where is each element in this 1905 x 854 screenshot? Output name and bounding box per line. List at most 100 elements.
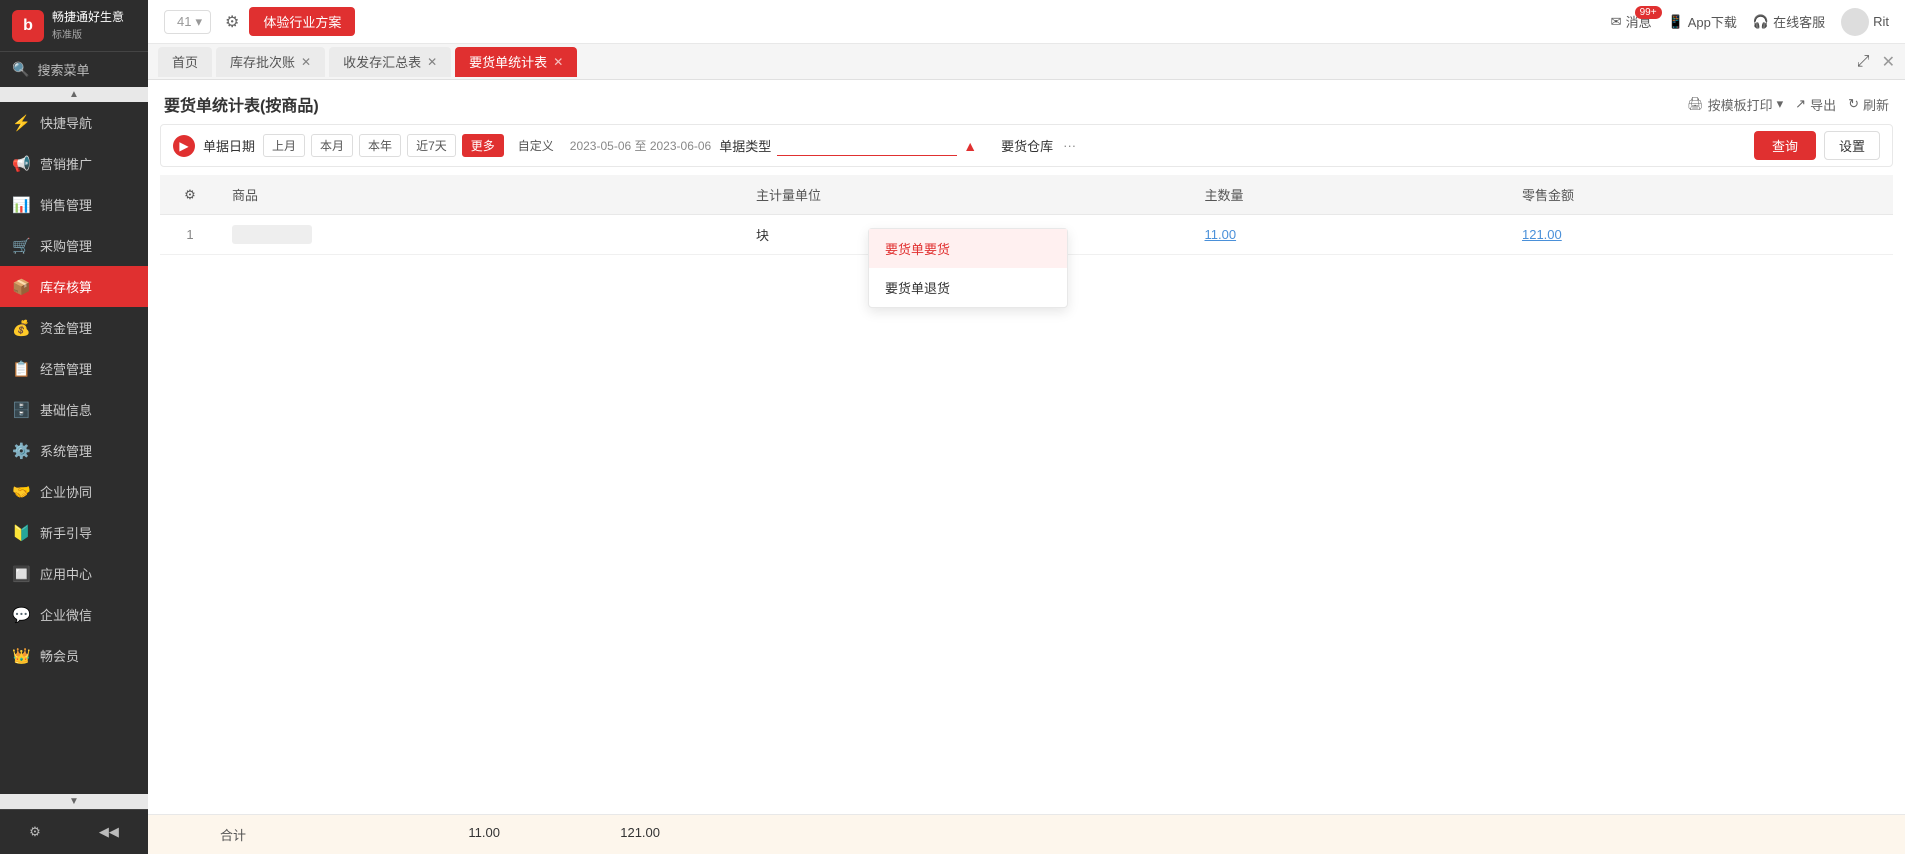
app-logo-icon: b bbox=[12, 10, 44, 42]
filter-settings-btn[interactable]: 设置 bbox=[1824, 131, 1880, 160]
print-label: 按模板打印 bbox=[1708, 95, 1773, 114]
footer-total-label: 合计 bbox=[160, 825, 400, 844]
sidebar-item-quick-nav[interactable]: ⚡ 快捷导航 bbox=[0, 102, 148, 143]
sidebar-item-vip[interactable]: 👑 畅会员 bbox=[0, 635, 148, 676]
tab-summary-close[interactable]: ✕ bbox=[427, 55, 437, 69]
sidebar-item-wechat[interactable]: 💬 企业微信 bbox=[0, 594, 148, 635]
dropdown-item-1[interactable]: 要货单退货 bbox=[869, 268, 1067, 307]
purchase-icon: 🛒 bbox=[12, 237, 30, 255]
date-more-btn[interactable]: 更多 bbox=[462, 134, 504, 157]
dropdown-item-0[interactable]: 要货单要货 bbox=[869, 229, 1067, 268]
tab-batch-close[interactable]: ✕ bbox=[301, 55, 311, 69]
sidebar-item-label: 快捷导航 bbox=[40, 113, 92, 132]
topbar-left: 41 ▾ ⚙ 体验行业方案 bbox=[164, 7, 355, 36]
cell-no: 1 bbox=[160, 215, 220, 255]
tabbar: 首页 库存批次账 ✕ 收发存汇总表 ✕ 要货单统计表 ✕ ⤢ ✕ bbox=[148, 44, 1905, 80]
date-recent-btn[interactable]: 近7天 bbox=[407, 134, 456, 157]
sidebar-item-label: 库存核算 bbox=[40, 277, 92, 296]
warehouse-filter-section: 要货仓库 ··· bbox=[985, 136, 1076, 155]
type-dropdown-arrow[interactable]: ▲ bbox=[963, 138, 977, 154]
sidebar-scroll-up[interactable]: ▲ bbox=[0, 87, 148, 102]
sidebar-item-finance[interactable]: 💰 资金管理 bbox=[0, 307, 148, 348]
sidebar-item-purchase[interactable]: 🛒 采购管理 bbox=[0, 225, 148, 266]
store-dropdown[interactable]: 41 ▾ bbox=[164, 10, 211, 34]
refresh-btn[interactable]: ↻ 刷新 bbox=[1848, 95, 1889, 114]
sidebar-scroll-down[interactable]: ▼ bbox=[0, 794, 148, 809]
quantity-link[interactable]: 11.00 bbox=[1204, 227, 1236, 242]
sidebar-item-inventory[interactable]: 📦 库存核算 bbox=[0, 266, 148, 307]
sidebar-item-label: 采购管理 bbox=[40, 236, 92, 255]
sidebar-item-guide[interactable]: 🔰 新手引导 bbox=[0, 512, 148, 553]
filter-toggle-btn[interactable]: ▶ bbox=[173, 135, 195, 157]
sidebar-item-label: 基础信息 bbox=[40, 400, 92, 419]
search-menu[interactable]: 🔍 搜索菜单 bbox=[0, 52, 148, 87]
collapse-icon: ◀◀ bbox=[99, 824, 119, 840]
tab-home[interactable]: 首页 bbox=[158, 47, 212, 77]
sidebar: b 畅捷通好生意 标准版 🔍 搜索菜单 ▲ ⚡ 快捷导航 📢 营销推广 📊 销售… bbox=[0, 0, 148, 854]
wechat-icon: 💬 bbox=[12, 606, 30, 624]
date-range-display: 2023-05-06 至 2023-06-06 bbox=[570, 137, 711, 154]
sidebar-item-label: 畅会员 bbox=[40, 646, 79, 665]
guide-icon: 🔰 bbox=[12, 524, 30, 542]
export-btn[interactable]: ↗ 导出 bbox=[1795, 95, 1836, 114]
sidebar-bottom: ⚙ ◀◀ bbox=[0, 809, 148, 854]
type-filter-input[interactable] bbox=[777, 136, 957, 156]
app-download-btn[interactable]: 📱 App下载 bbox=[1668, 12, 1737, 31]
query-btn[interactable]: 查询 bbox=[1754, 131, 1816, 160]
col-quantity-header: 主数量 bbox=[1192, 175, 1510, 215]
topbar-gear-icon[interactable]: ⚙ bbox=[225, 12, 239, 32]
sidebar-item-operation[interactable]: 📋 经营管理 bbox=[0, 348, 148, 389]
sidebar-item-sales[interactable]: 📊 销售管理 bbox=[0, 184, 148, 225]
sidebar-item-label: 应用中心 bbox=[40, 564, 92, 583]
page-title: 要货单统计表(按商品) bbox=[164, 92, 319, 116]
settings-gear-icon: ⚙ bbox=[29, 824, 41, 840]
tab-close-all-btn[interactable]: ✕ bbox=[1882, 52, 1895, 72]
date-curr-btn[interactable]: 本月 bbox=[311, 134, 353, 157]
sidebar-item-label: 企业协同 bbox=[40, 482, 92, 501]
tab-order-close[interactable]: ✕ bbox=[553, 55, 563, 69]
print-btn[interactable]: 🖨 按模板打印 ▾ bbox=[1687, 95, 1783, 114]
amount-link[interactable]: 121.00 bbox=[1522, 227, 1562, 242]
print-icon: 🖨 bbox=[1687, 96, 1704, 112]
messages-badge: 99+ bbox=[1635, 6, 1662, 19]
tab-home-label: 首页 bbox=[172, 52, 198, 71]
system-icon: ⚙️ bbox=[12, 442, 30, 460]
tab-expand-btn[interactable]: ⤢ bbox=[1853, 53, 1874, 71]
store-number: 41 bbox=[177, 14, 191, 29]
sidebar-item-system[interactable]: ⚙️ 系统管理 bbox=[0, 430, 148, 471]
type-filter-label: 单据类型 bbox=[719, 136, 771, 155]
warehouse-more-icon[interactable]: ··· bbox=[1063, 138, 1076, 153]
avatar bbox=[1841, 8, 1869, 36]
sidebar-item-marketing[interactable]: 📢 营销推广 bbox=[0, 143, 148, 184]
date-filter-label: 单据日期 bbox=[203, 136, 255, 155]
footer-amount: 121.00 bbox=[560, 825, 660, 844]
sidebar-item-appstore[interactable]: 🔲 应用中心 bbox=[0, 553, 148, 594]
date-prev-btn[interactable]: 上月 bbox=[263, 134, 305, 157]
goods-placeholder bbox=[232, 225, 312, 244]
main-content: 41 ▾ ⚙ 体验行业方案 ✉ 消息 99+ 📱 App下载 🎧 在线客服 R bbox=[148, 0, 1905, 854]
sidebar-item-enterprise[interactable]: 🤝 企业协同 bbox=[0, 471, 148, 512]
tab-summary[interactable]: 收发存汇总表 ✕ bbox=[329, 47, 451, 77]
date-custom-btn[interactable]: 自定义 bbox=[510, 135, 562, 156]
filter-bar: ▶ 单据日期 上月 本月 本年 近7天 更多 自定义 2023-05-06 至 … bbox=[160, 124, 1893, 167]
online-service-btn[interactable]: 🎧 在线客服 bbox=[1753, 12, 1825, 31]
sidebar-settings-btn[interactable]: ⚙ bbox=[19, 818, 51, 846]
col-settings-header[interactable]: ⚙ bbox=[160, 175, 220, 215]
export-label: 导出 bbox=[1810, 95, 1836, 114]
column-settings-icon[interactable]: ⚙ bbox=[184, 187, 196, 202]
chevron-down-icon: ▾ bbox=[195, 14, 202, 30]
tab-order-stats[interactable]: 要货单统计表 ✕ bbox=[455, 47, 577, 77]
app-download-label: App下载 bbox=[1688, 12, 1737, 31]
sidebar-item-basic[interactable]: 🗄️ 基础信息 bbox=[0, 389, 148, 430]
search-menu-label: 搜索菜单 bbox=[37, 60, 89, 79]
marketing-icon: 📢 bbox=[12, 155, 30, 173]
tab-batch-account[interactable]: 库存批次账 ✕ bbox=[216, 47, 325, 77]
content-area: 要货单统计表(按商品) 🖨 按模板打印 ▾ ↗ 导出 ↻ 刷新 ▶ bbox=[148, 80, 1905, 854]
date-year-btn[interactable]: 本年 bbox=[359, 134, 401, 157]
trial-btn[interactable]: 体验行业方案 bbox=[249, 7, 355, 36]
tab-batch-label: 库存批次账 bbox=[230, 52, 295, 71]
sidebar-collapse-btn[interactable]: ◀◀ bbox=[89, 818, 129, 846]
messages-btn[interactable]: ✉ 消息 99+ bbox=[1611, 12, 1652, 31]
basic-icon: 🗄️ bbox=[12, 401, 30, 419]
user-profile[interactable]: Rit bbox=[1841, 8, 1889, 36]
